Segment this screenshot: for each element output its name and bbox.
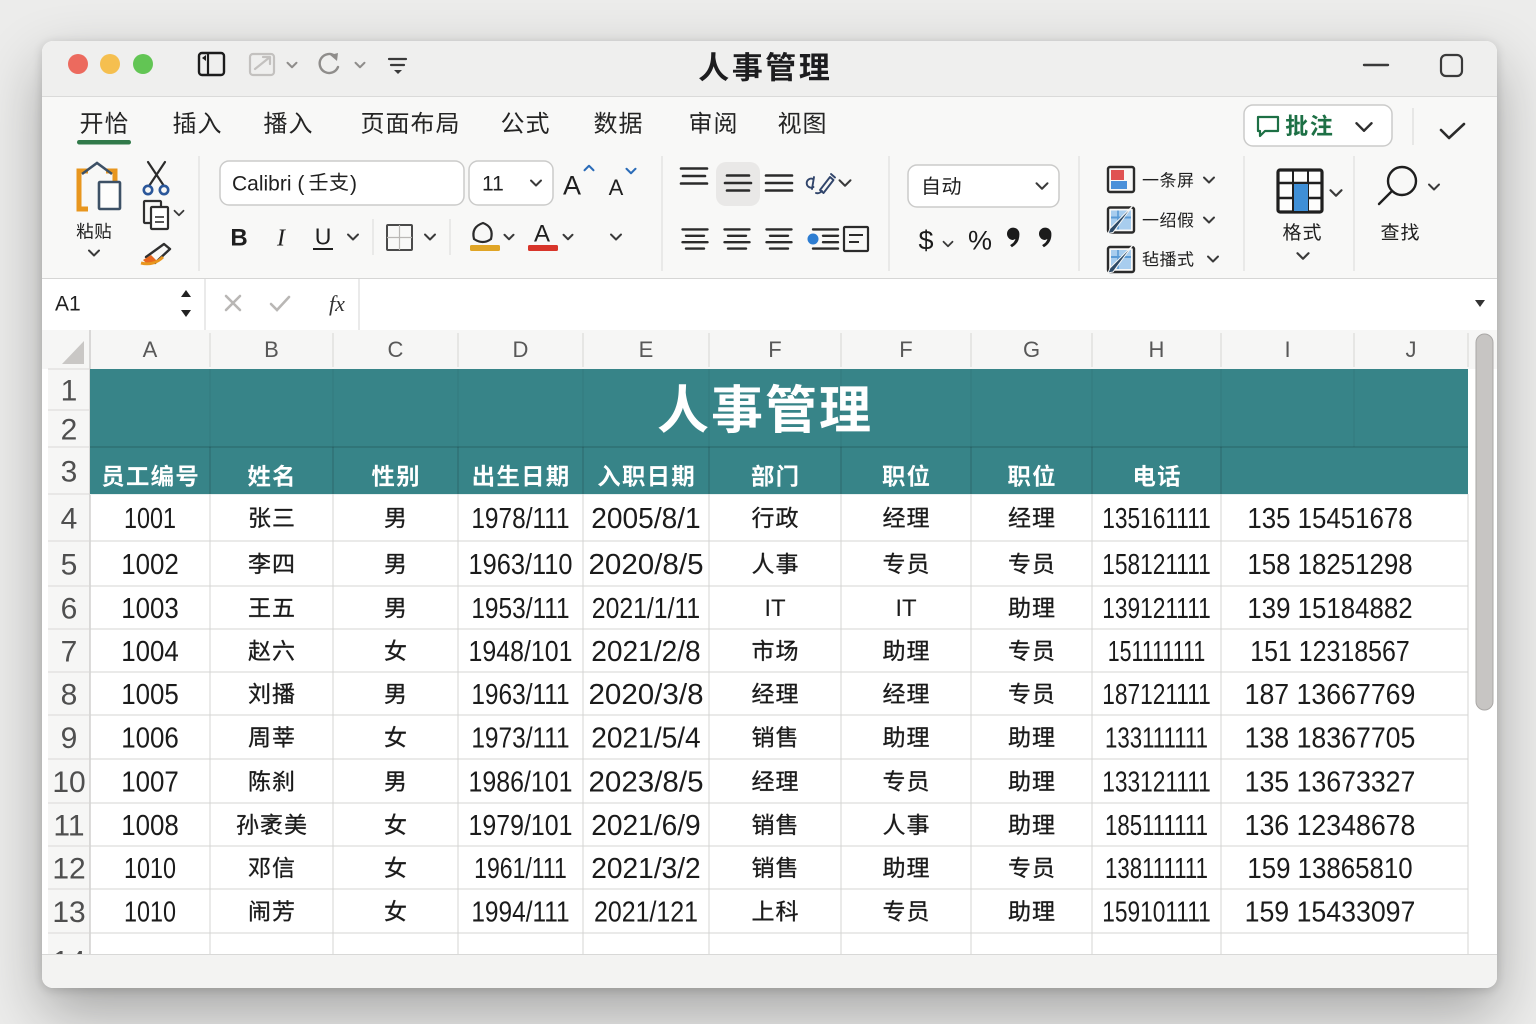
svg-text:Calibri (: Calibri ( bbox=[232, 173, 304, 196]
svg-text:IT: IT bbox=[764, 595, 786, 622]
svg-text:11: 11 bbox=[482, 173, 504, 196]
svg-text:F: F bbox=[768, 337, 781, 362]
svg-text:U: U bbox=[315, 223, 332, 249]
svg-text:159101111: 159101111 bbox=[1102, 896, 1211, 928]
svg-text:A1: A1 bbox=[55, 293, 81, 316]
svg-text:159 13865810: 159 13865810 bbox=[1247, 853, 1412, 885]
svg-text:A: A bbox=[563, 171, 581, 201]
svg-text:B: B bbox=[230, 225, 247, 252]
svg-text:fx: fx bbox=[329, 291, 345, 316]
svg-text:158121111: 158121111 bbox=[1102, 549, 1211, 581]
svg-text:138111111: 138111111 bbox=[1105, 853, 1208, 885]
svg-text:C: C bbox=[388, 337, 404, 362]
svg-text:10: 10 bbox=[52, 766, 85, 799]
svg-text:2021/1/11: 2021/1/11 bbox=[592, 593, 700, 625]
svg-text:IT: IT bbox=[895, 595, 917, 622]
svg-text:1006: 1006 bbox=[121, 722, 179, 754]
svg-text:2020/3/8: 2020/3/8 bbox=[589, 679, 704, 711]
svg-text:2021/5/4: 2021/5/4 bbox=[591, 722, 700, 754]
svg-text:): ) bbox=[350, 173, 357, 196]
svg-text:1: 1 bbox=[61, 374, 78, 407]
svg-text:E: E bbox=[639, 337, 654, 362]
svg-text:1978/111: 1978/111 bbox=[471, 503, 569, 535]
svg-text:A: A bbox=[534, 221, 550, 248]
svg-text:5: 5 bbox=[61, 548, 78, 581]
svg-text:4: 4 bbox=[61, 502, 78, 535]
svg-text:A: A bbox=[609, 175, 624, 200]
svg-text:1961/111: 1961/111 bbox=[474, 853, 567, 885]
svg-text:1973/111: 1973/111 bbox=[471, 722, 569, 754]
svg-text:3: 3 bbox=[61, 455, 78, 488]
svg-text:1979/101: 1979/101 bbox=[469, 810, 573, 842]
svg-text:9: 9 bbox=[61, 722, 78, 755]
svg-text:135 15451678: 135 15451678 bbox=[1247, 503, 1412, 535]
svg-text:139121111: 139121111 bbox=[1102, 593, 1211, 625]
svg-text:I: I bbox=[276, 226, 286, 252]
svg-text:2023/8/5: 2023/8/5 bbox=[589, 766, 704, 798]
svg-text:F: F bbox=[899, 337, 912, 362]
svg-text:151 12318567: 151 12318567 bbox=[1250, 636, 1410, 668]
svg-text:1001: 1001 bbox=[124, 503, 176, 535]
svg-text:11: 11 bbox=[53, 809, 84, 842]
svg-text:1008: 1008 bbox=[121, 810, 179, 842]
svg-text:135161111: 135161111 bbox=[1102, 503, 1211, 535]
svg-text:1005: 1005 bbox=[121, 679, 179, 711]
svg-text:D: D bbox=[513, 337, 529, 362]
svg-text:8: 8 bbox=[61, 678, 78, 711]
svg-text:1002: 1002 bbox=[121, 549, 179, 581]
svg-text:1004: 1004 bbox=[121, 636, 179, 668]
svg-text:2021/6/9: 2021/6/9 bbox=[591, 810, 700, 842]
svg-text:2: 2 bbox=[61, 413, 78, 446]
svg-text:133121111: 133121111 bbox=[1102, 766, 1211, 798]
svg-text:138 18367705: 138 18367705 bbox=[1245, 722, 1416, 754]
svg-text:159 15433097: 159 15433097 bbox=[1245, 896, 1416, 928]
svg-text:13: 13 bbox=[52, 896, 85, 929]
svg-text:A: A bbox=[143, 337, 158, 362]
svg-text:1010: 1010 bbox=[124, 896, 176, 928]
svg-text:1963/111: 1963/111 bbox=[471, 679, 569, 711]
svg-text:1986/101: 1986/101 bbox=[469, 766, 573, 798]
svg-text:1948/101: 1948/101 bbox=[469, 636, 573, 668]
svg-text:185111111: 185111111 bbox=[1105, 810, 1208, 842]
svg-text:1953/111: 1953/111 bbox=[471, 593, 569, 625]
svg-text:187121111: 187121111 bbox=[1102, 679, 1211, 711]
svg-text:%: % bbox=[968, 226, 992, 256]
svg-text:2005/8/1: 2005/8/1 bbox=[591, 503, 700, 535]
svg-text:6: 6 bbox=[61, 592, 78, 625]
svg-text:H: H bbox=[1149, 337, 1165, 362]
svg-text:2021/121: 2021/121 bbox=[594, 896, 698, 928]
svg-text:J: J bbox=[1406, 337, 1417, 362]
svg-text:1994/111: 1994/111 bbox=[471, 896, 569, 928]
svg-text:136 12348678: 136 12348678 bbox=[1245, 810, 1416, 842]
svg-text:135 13673327: 135 13673327 bbox=[1245, 766, 1416, 798]
svg-text:2021/2/8: 2021/2/8 bbox=[591, 636, 700, 668]
svg-text:12: 12 bbox=[52, 852, 85, 885]
svg-text:1010: 1010 bbox=[124, 853, 176, 885]
svg-text:I: I bbox=[1284, 337, 1290, 362]
svg-text:1007: 1007 bbox=[121, 766, 179, 798]
svg-text:$: $ bbox=[918, 226, 933, 256]
svg-text:1003: 1003 bbox=[121, 593, 179, 625]
svg-text:G: G bbox=[1023, 337, 1040, 362]
svg-text:187 13667769: 187 13667769 bbox=[1245, 679, 1416, 711]
svg-text:B: B bbox=[264, 337, 279, 362]
svg-text:7: 7 bbox=[61, 635, 78, 668]
svg-text:2021/3/2: 2021/3/2 bbox=[591, 853, 700, 885]
svg-text:139 15184882: 139 15184882 bbox=[1247, 593, 1412, 625]
svg-text:2020/8/5: 2020/8/5 bbox=[589, 549, 704, 581]
svg-text:158 18251298: 158 18251298 bbox=[1247, 549, 1412, 581]
svg-text:133111111: 133111111 bbox=[1105, 722, 1208, 754]
svg-text:1963/110: 1963/110 bbox=[469, 549, 573, 581]
svg-text:151111111: 151111111 bbox=[1108, 636, 1205, 668]
